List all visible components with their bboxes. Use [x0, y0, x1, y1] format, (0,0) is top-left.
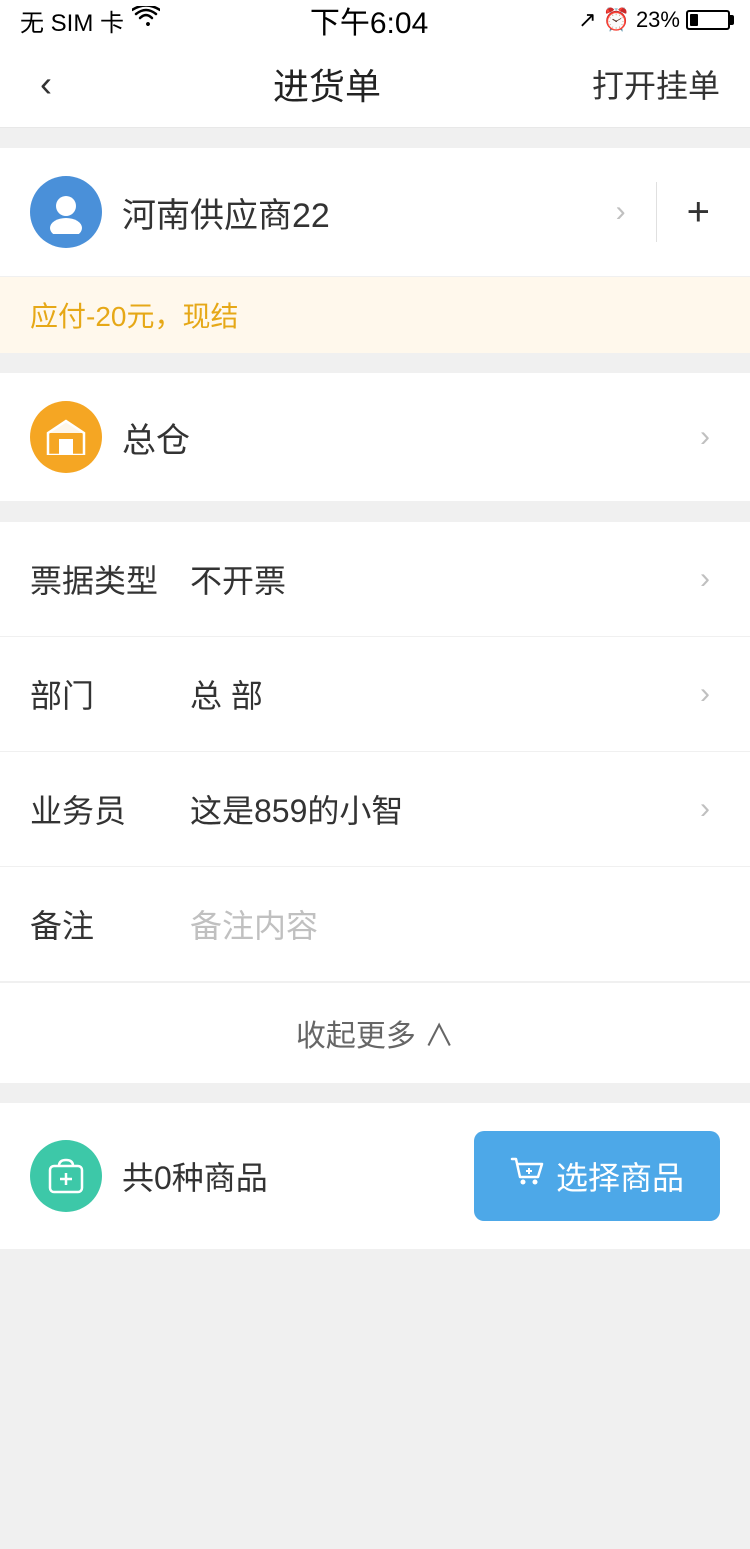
department-value: 总 部	[170, 671, 700, 717]
supplier-avatar	[30, 176, 102, 248]
battery-percent: 23%	[636, 7, 680, 33]
section-gap-2	[0, 353, 750, 373]
select-product-label: 选择商品	[556, 1153, 684, 1199]
remarks-row[interactable]: 备注 备注内容	[0, 867, 750, 982]
supplier-name: 河南供应商22	[122, 188, 616, 237]
salesperson-row[interactable]: 业务员 这是859的小智 ›	[0, 752, 750, 867]
section-gap-1	[0, 128, 750, 148]
warehouse-row[interactable]: 总仓 ›	[0, 373, 750, 502]
status-left: 无 SIM 卡	[20, 3, 160, 38]
department-label: 部门	[30, 671, 170, 717]
invoice-type-value: 不开票	[170, 556, 700, 602]
wifi-icon	[132, 6, 160, 35]
department-row[interactable]: 部门 总 部 ›	[0, 637, 750, 752]
form-section: 票据类型 不开票 › 部门 总 部 › 业务员 这是859的小智 › 备注 备注…	[0, 522, 750, 1083]
status-time: 下午6:04	[310, 0, 428, 42]
salesperson-chevron-icon: ›	[700, 792, 710, 826]
warehouse-icon-wrap	[30, 401, 102, 473]
collapse-button[interactable]: 收起更多 ∧	[0, 982, 750, 1083]
salesperson-label: 业务员	[30, 786, 170, 832]
battery-icon	[686, 10, 730, 30]
select-product-button[interactable]: 选择商品	[474, 1131, 720, 1221]
page-title: 进货单	[273, 58, 381, 110]
status-right: ↗ ⏰ 23%	[578, 7, 730, 33]
location-icon: ↗	[578, 7, 596, 33]
supplier-row[interactable]: 河南供应商22 › +	[0, 148, 750, 277]
add-button[interactable]: +	[677, 180, 720, 245]
product-icon-wrap	[30, 1140, 102, 1212]
page-background	[0, 1249, 750, 1549]
warehouse-chevron-icon: ›	[700, 420, 710, 454]
cart-icon	[510, 1157, 544, 1195]
notice-bar: 应付-20元，现结	[0, 277, 750, 353]
invoice-type-label: 票据类型	[30, 556, 170, 602]
salesperson-value: 这是859的小智	[170, 786, 700, 832]
collapse-label: 收起更多 ∧	[296, 1011, 454, 1055]
status-bar: 无 SIM 卡 下午6:04 ↗ ⏰ 23%	[0, 0, 750, 40]
warehouse-name: 总仓	[122, 413, 700, 462]
notice-text: 应付-20元，现结	[30, 301, 238, 332]
back-button[interactable]: ‹	[30, 53, 62, 115]
nav-bar: ‹ 进货单 打开挂单	[0, 40, 750, 128]
remarks-input[interactable]: 备注内容	[170, 901, 720, 947]
section-gap-3	[0, 502, 750, 522]
product-count: 共0种商品	[122, 1153, 454, 1199]
carrier-label: 无 SIM 卡	[20, 3, 124, 38]
supplier-section: 河南供应商22 › + 应付-20元，现结	[0, 148, 750, 353]
supplier-chevron-icon: ›	[616, 195, 626, 229]
invoice-type-row[interactable]: 票据类型 不开票 ›	[0, 522, 750, 637]
open-pending-button[interactable]: 打开挂单	[592, 61, 720, 107]
department-chevron-icon: ›	[700, 677, 710, 711]
remarks-label: 备注	[30, 901, 170, 947]
alarm-icon: ⏰	[603, 7, 630, 33]
invoice-chevron-icon: ›	[700, 562, 710, 596]
vertical-divider	[656, 182, 657, 242]
product-section: 共0种商品 选择商品	[0, 1103, 750, 1249]
